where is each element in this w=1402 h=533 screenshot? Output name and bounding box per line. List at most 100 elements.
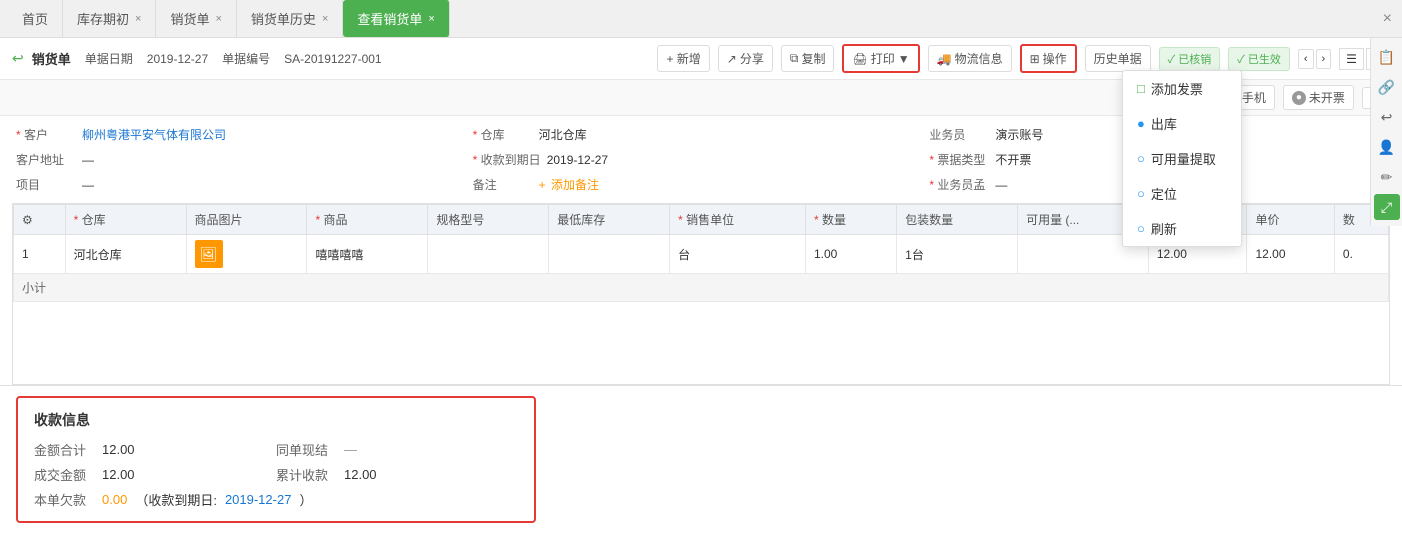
dropdown-locate[interactable]: ○ 定位 xyxy=(1123,176,1241,211)
dropdown-arrow: ▼ xyxy=(898,52,910,66)
next-button[interactable]: › xyxy=(1316,49,1332,69)
payment-date-field: 收款到期日 2019-12-27 xyxy=(473,151,930,168)
col-unit-price: 单价 xyxy=(1247,205,1334,235)
circle-icon-2: ○ xyxy=(1137,151,1145,166)
doc-title: 销货单 xyxy=(32,49,71,68)
circle-icon-4: ○ xyxy=(1137,221,1145,236)
col-product-img: 商品图片 xyxy=(186,205,307,235)
add-note-button[interactable]: + 添加备注 xyxy=(539,176,599,193)
col-product: 商品 xyxy=(307,205,428,235)
row-pack-qty: 1台 xyxy=(897,235,1018,274)
grid-icon: ⊞ xyxy=(1030,52,1040,66)
circle-icon: ● xyxy=(1137,116,1145,131)
sidebar-link-icon[interactable]: 🔗 xyxy=(1374,74,1400,100)
sold-status-badge[interactable]: ✓ 已核销 xyxy=(1159,47,1221,71)
sidebar-return-icon[interactable]: ↩ xyxy=(1374,104,1400,130)
sales-staff-label: 业务员孟 xyxy=(929,176,989,193)
order-value: SA-20191227-001 xyxy=(284,52,381,66)
balance-date: 2019-12-27 xyxy=(225,492,292,507)
doc-icon: ↩ xyxy=(12,50,24,67)
deal-label: 成交金额 xyxy=(34,465,94,484)
row-product: 嘻嘻嘻嘻 xyxy=(307,235,428,274)
effective-status-badge[interactable]: ✓ 已生效 xyxy=(1228,47,1290,71)
dropdown-outbound[interactable]: ● 出库 xyxy=(1123,106,1241,141)
cumulative-value: 12.00 xyxy=(344,467,377,482)
remark-field: 备注 + 添加备注 xyxy=(473,176,930,193)
col-gear[interactable]: ⚙ xyxy=(14,205,66,235)
close-icon[interactable]: × xyxy=(428,13,434,25)
payment-date-value: 2019-12-27 xyxy=(547,153,608,167)
payment-grid: 金额合计 12.00 同单现结 — 成交金额 12.00 累计收款 12.00 xyxy=(34,440,518,509)
sidebar-user-icon[interactable]: 👤 xyxy=(1374,134,1400,160)
warehouse-field: 仓库 河北仓库 xyxy=(473,126,930,143)
tab-view-sales-label: 查看销货单 xyxy=(357,9,422,28)
logistics-button[interactable]: 🚚 物流信息 xyxy=(928,45,1012,72)
close-icon[interactable]: × xyxy=(215,13,221,25)
window-close-button[interactable]: × xyxy=(1383,10,1392,28)
date-value: 2019-12-27 xyxy=(147,52,208,66)
project-label: 项目 xyxy=(16,176,76,193)
dropdown-refresh[interactable]: ○ 刷新 xyxy=(1123,211,1241,246)
dropdown-add-invoice[interactable]: □ 添加发票 xyxy=(1123,71,1241,106)
staff-value: 演示账号 xyxy=(995,126,1043,143)
payment-info-box: 收款信息 金额合计 12.00 同单现结 — 成交金额 12.00 xyxy=(16,396,536,523)
tab-home[interactable]: 首页 xyxy=(8,0,63,37)
tab-inventory-init[interactable]: 库存期初 × xyxy=(63,0,156,37)
sidebar-expand-icon[interactable]: ⤢ xyxy=(1374,194,1400,220)
tab-view-sales[interactable]: 查看销货单 × xyxy=(343,0,449,37)
row-spec xyxy=(428,235,549,274)
col-quantity: 数量 xyxy=(805,205,896,235)
balance-note-end: ） xyxy=(299,490,312,509)
dropdown-available-qty[interactable]: ○ 可用量提取 xyxy=(1123,141,1241,176)
list-view-button[interactable]: ☰ xyxy=(1339,48,1364,70)
tab-sales-history[interactable]: 销货单历史 × xyxy=(237,0,343,37)
col-spec: 规格型号 xyxy=(428,205,549,235)
plus-icon: + xyxy=(539,178,546,192)
address-field: 客户地址 — xyxy=(16,151,473,168)
customer-label: 客户 xyxy=(16,126,76,143)
sidebar-edit-icon[interactable]: ✏ xyxy=(1374,164,1400,190)
tab-home-label: 首页 xyxy=(22,9,48,28)
add-invoice-label: 添加发票 xyxy=(1151,79,1203,98)
truck-icon: 🚚 xyxy=(937,52,952,66)
share-icon: ↗ xyxy=(727,52,737,66)
deal-amount-row: 成交金额 12.00 xyxy=(34,465,276,484)
right-sidebar: 📋 🔗 ↩ 👤 ✏ ⤢ xyxy=(1370,38,1402,226)
operate-button[interactable]: ⊞ 操作 xyxy=(1020,44,1077,73)
sidebar-doc-icon[interactable]: 📋 xyxy=(1374,44,1400,70)
print-button[interactable]: 🖨 打印 ▼ xyxy=(842,44,919,73)
cumulative-row: 累计收款 12.00 xyxy=(276,465,518,484)
available-qty-label: 可用量提取 xyxy=(1151,149,1216,168)
col-min-stock: 最低库存 xyxy=(549,205,670,235)
sales-staff-value: — xyxy=(995,178,1007,192)
close-icon[interactable]: × xyxy=(135,13,141,25)
history-button[interactable]: 历史单据 xyxy=(1085,45,1151,72)
tab-sales-order[interactable]: 销货单 × xyxy=(156,0,236,37)
cumulative-label: 累计收款 xyxy=(276,465,336,484)
balance-label: 本单欠款 xyxy=(34,490,94,509)
tab-inventory-label: 库存期初 xyxy=(77,9,129,28)
prev-button[interactable]: ‹ xyxy=(1298,49,1314,69)
staff-label: 业务员 xyxy=(929,126,989,143)
payment-date-label: 收款到期日 xyxy=(473,151,541,168)
deal-value: 12.00 xyxy=(102,467,135,482)
print-icon: 🖨 xyxy=(852,52,867,66)
date-label: 单据日期 xyxy=(85,50,133,67)
new-button[interactable]: + 新增 xyxy=(657,45,709,72)
refresh-label: 刷新 xyxy=(1151,219,1177,238)
payment-title: 收款信息 xyxy=(34,410,518,430)
warehouse-label: 仓库 xyxy=(473,126,533,143)
copy-icon: ⧉ xyxy=(790,51,799,66)
subtotal-label: 小计 xyxy=(14,274,1389,302)
not-opened-button[interactable]: ● 未开票 xyxy=(1283,85,1354,110)
customer-value[interactable]: 柳州粤港平安气体有限公司 xyxy=(82,126,226,143)
row-sales-unit: 台 xyxy=(670,235,806,274)
copy-button[interactable]: ⧉ 复制 xyxy=(781,45,835,72)
close-icon[interactable]: × xyxy=(322,13,328,25)
col-sales-unit: 销售单位 xyxy=(670,205,806,235)
bottom-section: 收款信息 金额合计 12.00 同单现结 — 成交金额 12.00 xyxy=(0,385,1402,533)
balance-row: 本单欠款 0.00 （收款到期日: 2019-12-27 ） xyxy=(34,490,518,509)
share-button[interactable]: ↗ 分享 xyxy=(718,45,773,72)
tab-sales-history-label: 销货单历史 xyxy=(251,9,316,28)
locate-label: 定位 xyxy=(1151,184,1177,203)
